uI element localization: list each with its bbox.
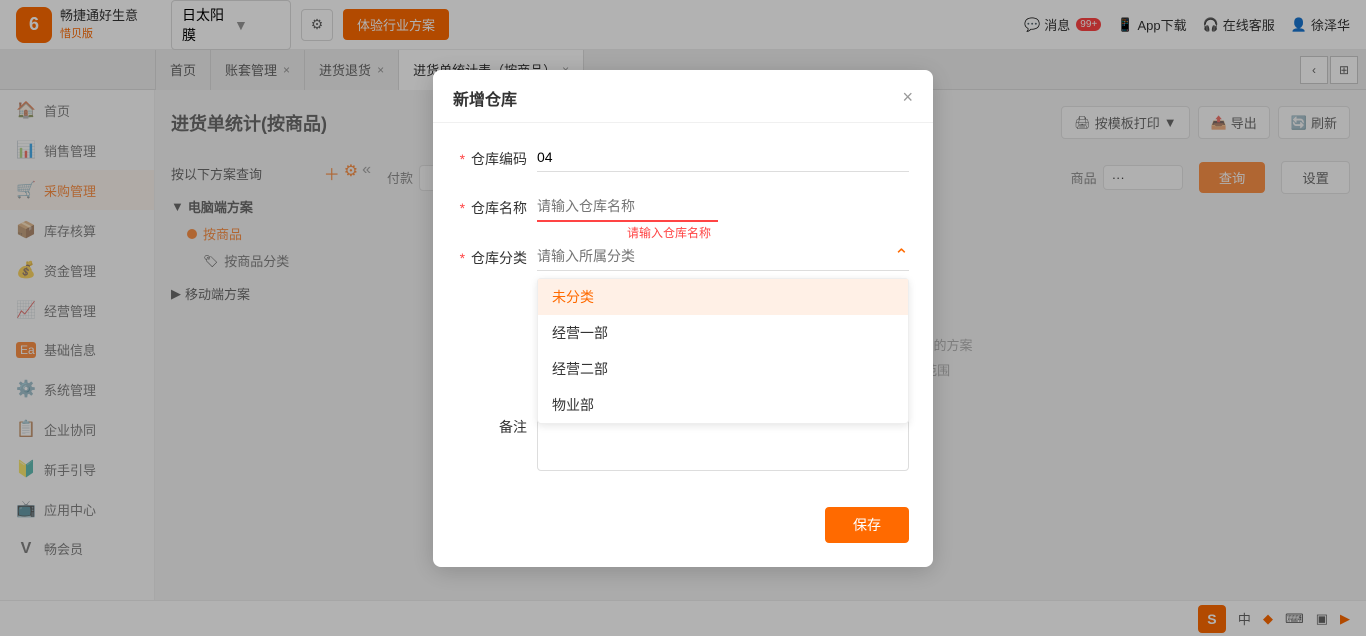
modal-overlay[interactable]: 新增仓库 × * 仓库编码 * 仓库名称 请输入仓库名 — [0, 0, 1366, 636]
modal-footer: 保存 — [433, 499, 933, 543]
code-label-text: 仓库编码 — [471, 151, 527, 167]
category-label-text: 仓库分类 — [471, 250, 527, 266]
form-row-name: * 仓库名称 请输入仓库名称 — [457, 192, 909, 222]
name-label-text: 仓库名称 — [471, 200, 527, 216]
category-dropdown: 未分类 经营一部 经营二部 物业部 — [537, 278, 909, 424]
category-input[interactable] — [537, 242, 909, 271]
form-row-category: * 仓库分类 ⌃ 未分类 经营一部 经营二部 物业部 — [457, 242, 909, 271]
dropdown-item-property[interactable]: 物业部 — [538, 387, 908, 423]
form-row-code: * 仓库编码 — [457, 143, 909, 172]
category-label: * 仓库分类 — [457, 242, 537, 268]
modal-body: * 仓库编码 * 仓库名称 请输入仓库名称 * — [433, 123, 933, 499]
dropdown-item-dept2[interactable]: 经营二部 — [538, 351, 908, 387]
note-label: 备注 — [457, 411, 537, 437]
name-error-msg: 请输入仓库名称 — [627, 224, 711, 241]
save-button[interactable]: 保存 — [825, 507, 909, 543]
name-input-wrap: 请输入仓库名称 — [537, 192, 909, 222]
required-star-name: * — [460, 200, 465, 216]
required-star-category: * — [460, 250, 465, 266]
code-input[interactable] — [537, 143, 909, 172]
modal-close-icon[interactable]: × — [902, 87, 913, 108]
code-label: * 仓库编码 — [457, 143, 537, 169]
modal-header: 新增仓库 × — [433, 70, 933, 123]
note-label-text: 备注 — [499, 419, 527, 435]
category-up-icon[interactable]: ⌃ — [894, 246, 909, 267]
modal-title: 新增仓库 — [453, 86, 517, 110]
category-select-wrap: ⌃ 未分类 经营一部 经营二部 物业部 — [537, 242, 909, 271]
dropdown-item-dept1[interactable]: 经营一部 — [538, 315, 908, 351]
required-star-code: * — [460, 151, 465, 167]
name-input[interactable] — [537, 192, 718, 222]
name-label: * 仓库名称 — [457, 192, 537, 218]
dropdown-item-uncategorized[interactable]: 未分类 — [538, 279, 908, 315]
modal-add-warehouse: 新增仓库 × * 仓库编码 * 仓库名称 请输入仓库名 — [433, 70, 933, 567]
